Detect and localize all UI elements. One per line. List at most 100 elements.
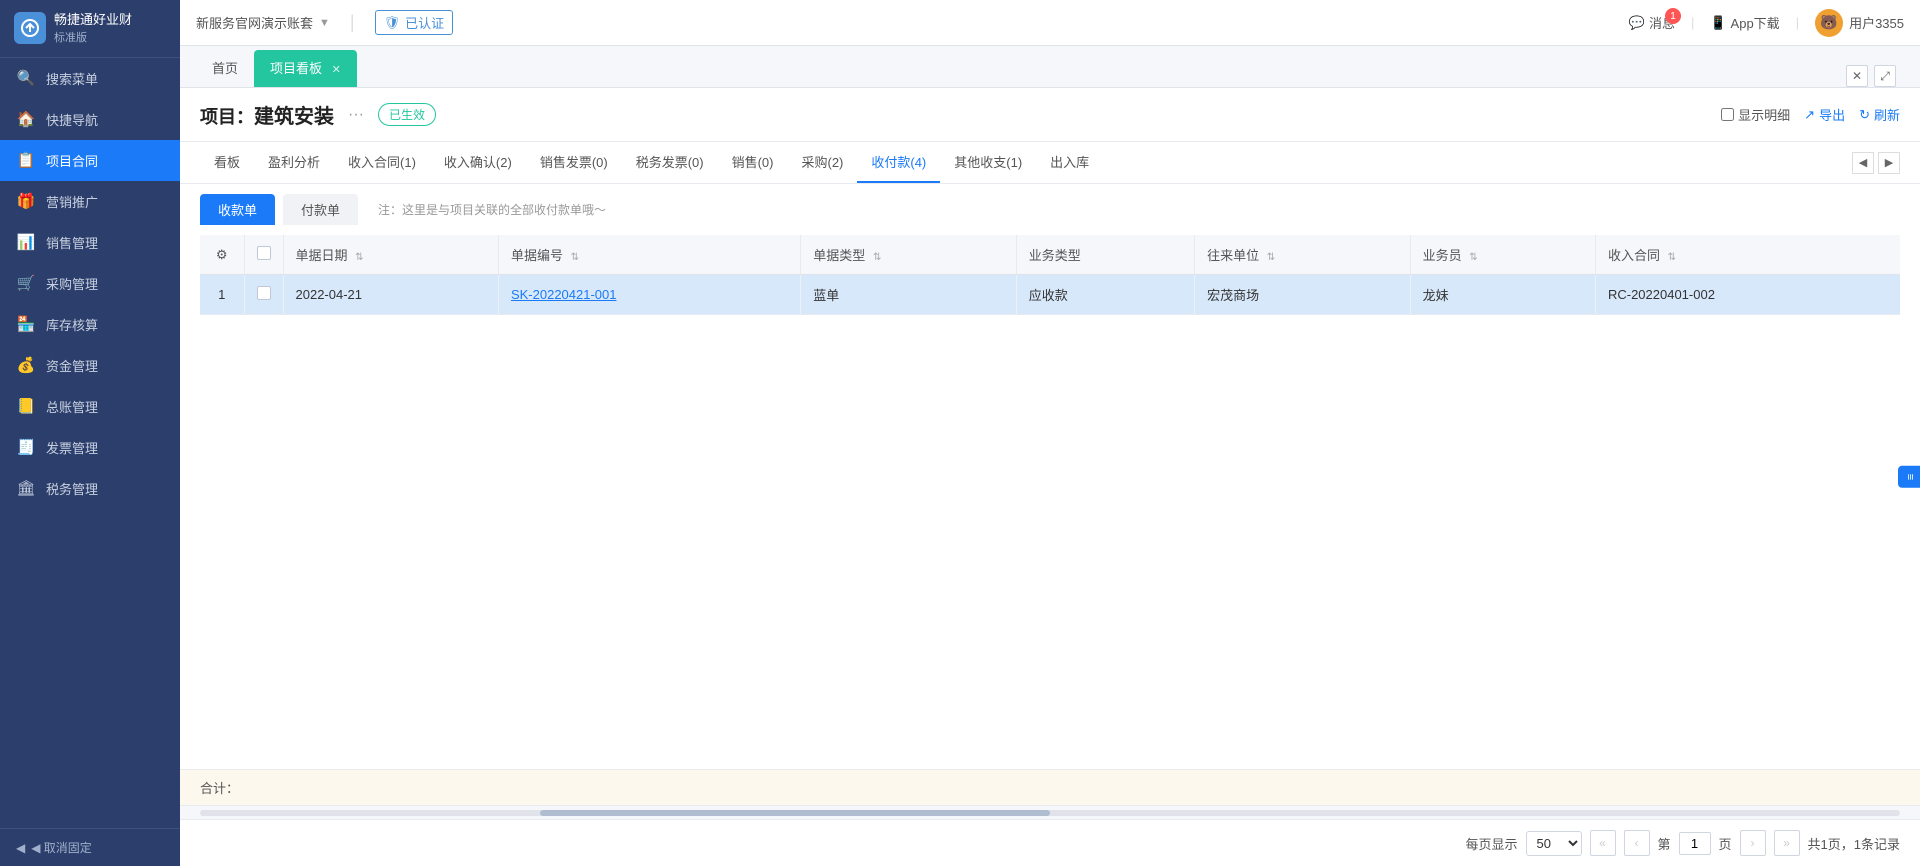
doc-number-link[interactable]: SK-20220421-001 [511,287,617,302]
data-table: ⚙ 单据日期 ⇅ 单据编号 ⇅ [200,235,1900,315]
ledger-icon: 📒 [16,397,36,415]
main-area: 新服务官网演示账套 ▼ | 🛡 已认证 💬 消息 1 | 📱 App下载 | 🐻… [180,0,1920,866]
horizontal-scrollbar[interactable] [180,805,1920,819]
demo-account-selector[interactable]: 新服务官网演示账套 ▼ [196,13,330,32]
certified-badge: 🛡 已认证 [375,10,454,35]
subtab-next-button[interactable]: ▶ [1878,152,1900,174]
subtab-income-confirm[interactable]: 收入确认(2) [430,142,526,183]
sidebar-item-invoice[interactable]: 🧾 发票管理 [0,427,180,468]
subtab-receipts[interactable]: 收付款(4) [857,142,940,183]
column-number[interactable]: 单据编号 ⇅ [498,235,800,275]
cell-check[interactable] [244,275,283,315]
tab-project-board[interactable]: 项目看板 ✕ [254,50,357,87]
sort-icon: ⇅ [873,252,881,263]
sort-icon: ⇅ [1668,252,1676,263]
right-quick-access[interactable]: ≡ [1898,466,1920,488]
window-controls: ✕ ⤢ [1838,65,1904,87]
per-page-select[interactable]: 50 100 200 [1526,831,1582,856]
quick-access-icon: ≡ [1904,474,1916,480]
topbar-sep3: | [1796,15,1799,30]
close-window-button[interactable]: ✕ [1846,65,1868,87]
sidebar-item-quicknav[interactable]: 🏠 快捷导航 [0,99,180,140]
column-date[interactable]: 单据日期 ⇅ [283,235,498,275]
sidebar-item-search[interactable]: 🔍 搜索菜单 [0,58,180,99]
funds-icon: 💰 [16,356,36,374]
innertab-receipt[interactable]: 收款单 [200,194,275,225]
unpin-button[interactable]: ◀︎ ◀︎ 取消固定 [0,828,180,866]
row-checkbox[interactable] [257,286,271,300]
topbar-separator: | [350,12,355,33]
subtab-purchase[interactable]: 采购(2) [787,142,857,183]
subtab-income-contract[interactable]: 收入合同(1) [334,142,430,183]
subtab-profit[interactable]: 盈利分析 [254,142,334,183]
next-page-button[interactable]: › [1740,830,1766,856]
project-header: 项目：建筑安装 ··· 已生效 显示明细 ↗ 导出 ↻ 刷新 [180,88,1920,142]
sidebar-item-funds[interactable]: 💰 资金管理 [0,345,180,386]
message-button[interactable]: 💬 消息 1 [1629,13,1675,32]
subtab-nav-controls: ◀ ▶ [1852,152,1900,174]
column-type[interactable]: 单据类型 ⇅ [801,235,1016,275]
sidebar-nav: 🔍 搜索菜单 🏠 快捷导航 📋 项目合同 🎁 营销推广 📊 销售管理 🛒 采购管… [0,58,180,828]
show-detail-checkbox[interactable]: 显示明细 [1721,105,1790,124]
sidebar-item-purchase[interactable]: 🛒 采购管理 [0,263,180,304]
sort-icon: ⇅ [355,252,363,263]
first-page-button[interactable]: « [1590,830,1616,856]
tab-home[interactable]: 首页 [196,50,254,87]
cell-income-contract: RC-20220401-002 [1595,275,1900,315]
last-page-button[interactable]: » [1774,830,1800,856]
total-bar: 合计： [180,769,1920,805]
header-checkbox[interactable] [257,246,271,260]
scrollbar-track[interactable] [200,810,1900,816]
tab-close-icon[interactable]: ✕ [332,64,341,76]
subtab-inout[interactable]: 出入库 [1036,142,1103,183]
cell-salesperson: 龙妹 [1410,275,1595,315]
sidebar-item-marketing[interactable]: 🎁 营销推广 [0,181,180,222]
cell-num: 1 [200,275,244,315]
subtab-other-expense[interactable]: 其他收支(1) [940,142,1036,183]
prev-page-button[interactable]: ‹ [1624,830,1650,856]
subtab-prev-button[interactable]: ◀ [1852,152,1874,174]
gift-icon: 🎁 [16,192,36,210]
subtab-tax-invoice[interactable]: 税务发票(0) [622,142,718,183]
cell-type: 蓝单 [801,275,1016,315]
sidebar-item-inventory[interactable]: 🏪 库存核算 [0,304,180,345]
export-icon: ↗ [1804,107,1815,123]
innertab-payment[interactable]: 付款单 [283,194,358,225]
page-number-input[interactable] [1679,832,1711,855]
table-container: ⚙ 单据日期 ⇅ 单据编号 ⇅ [180,225,1920,769]
show-detail-input[interactable] [1721,108,1734,121]
project-header-actions: 显示明细 ↗ 导出 ↻ 刷新 [1721,105,1900,124]
gear-icon[interactable]: ⚙ [216,247,228,262]
subtab-sales[interactable]: 销售(0) [718,142,788,183]
sidebar-item-label: 快捷导航 [46,110,98,129]
sidebar-item-label: 税务管理 [46,479,98,498]
maximize-window-button[interactable]: ⤢ [1874,65,1896,87]
refresh-button[interactable]: ↻ 刷新 [1859,105,1900,124]
sidebar-item-project-contract[interactable]: 📋 项目合同 [0,140,180,181]
certified-label: 已认证 [405,13,444,32]
project-more-button[interactable]: ··· [348,106,364,124]
sidebar-item-ledger[interactable]: 📒 总账管理 [0,386,180,427]
subtab-board[interactable]: 看板 [200,142,254,183]
table-row[interactable]: 1 2022-04-21 SK-20220421-001 蓝单 [200,275,1900,315]
tabs-bar: 首页 项目看板 ✕ ✕ ⤢ [180,46,1920,88]
sidebar-item-label: 总账管理 [46,397,98,416]
user-menu[interactable]: 🐻 用户3355 [1815,9,1904,37]
sidebar-item-sales[interactable]: 📊 销售管理 [0,222,180,263]
sidebar-item-label: 销售管理 [46,233,98,252]
column-income-contract[interactable]: 收入合同 ⇅ [1595,235,1900,275]
sidebar-item-label: 营销推广 [46,192,98,211]
scrollbar-thumb[interactable] [540,810,1050,816]
subtab-sales-invoice[interactable]: 销售发票(0) [526,142,622,183]
column-gear[interactable]: ⚙ [200,235,244,275]
app-download-button[interactable]: 📱 App下载 [1710,13,1779,32]
cell-number[interactable]: SK-20220421-001 [498,275,800,315]
cell-partner: 宏茂商场 [1195,275,1410,315]
sidebar-item-tax[interactable]: 🏛 税务管理 [0,468,180,509]
export-button[interactable]: ↗ 导出 [1804,105,1845,124]
column-partner[interactable]: 往来单位 ⇅ [1195,235,1410,275]
column-salesperson[interactable]: 业务员 ⇅ [1410,235,1595,275]
app-title: 畅捷通好业财 标准版 [54,12,132,45]
sidebar: 畅捷通好业财 标准版 🔍 搜索菜单 🏠 快捷导航 📋 项目合同 🎁 营销推广 📊… [0,0,180,866]
subtabs-bar: 看板 盈利分析 收入合同(1) 收入确认(2) 销售发票(0) 税务发票(0) … [180,142,1920,184]
